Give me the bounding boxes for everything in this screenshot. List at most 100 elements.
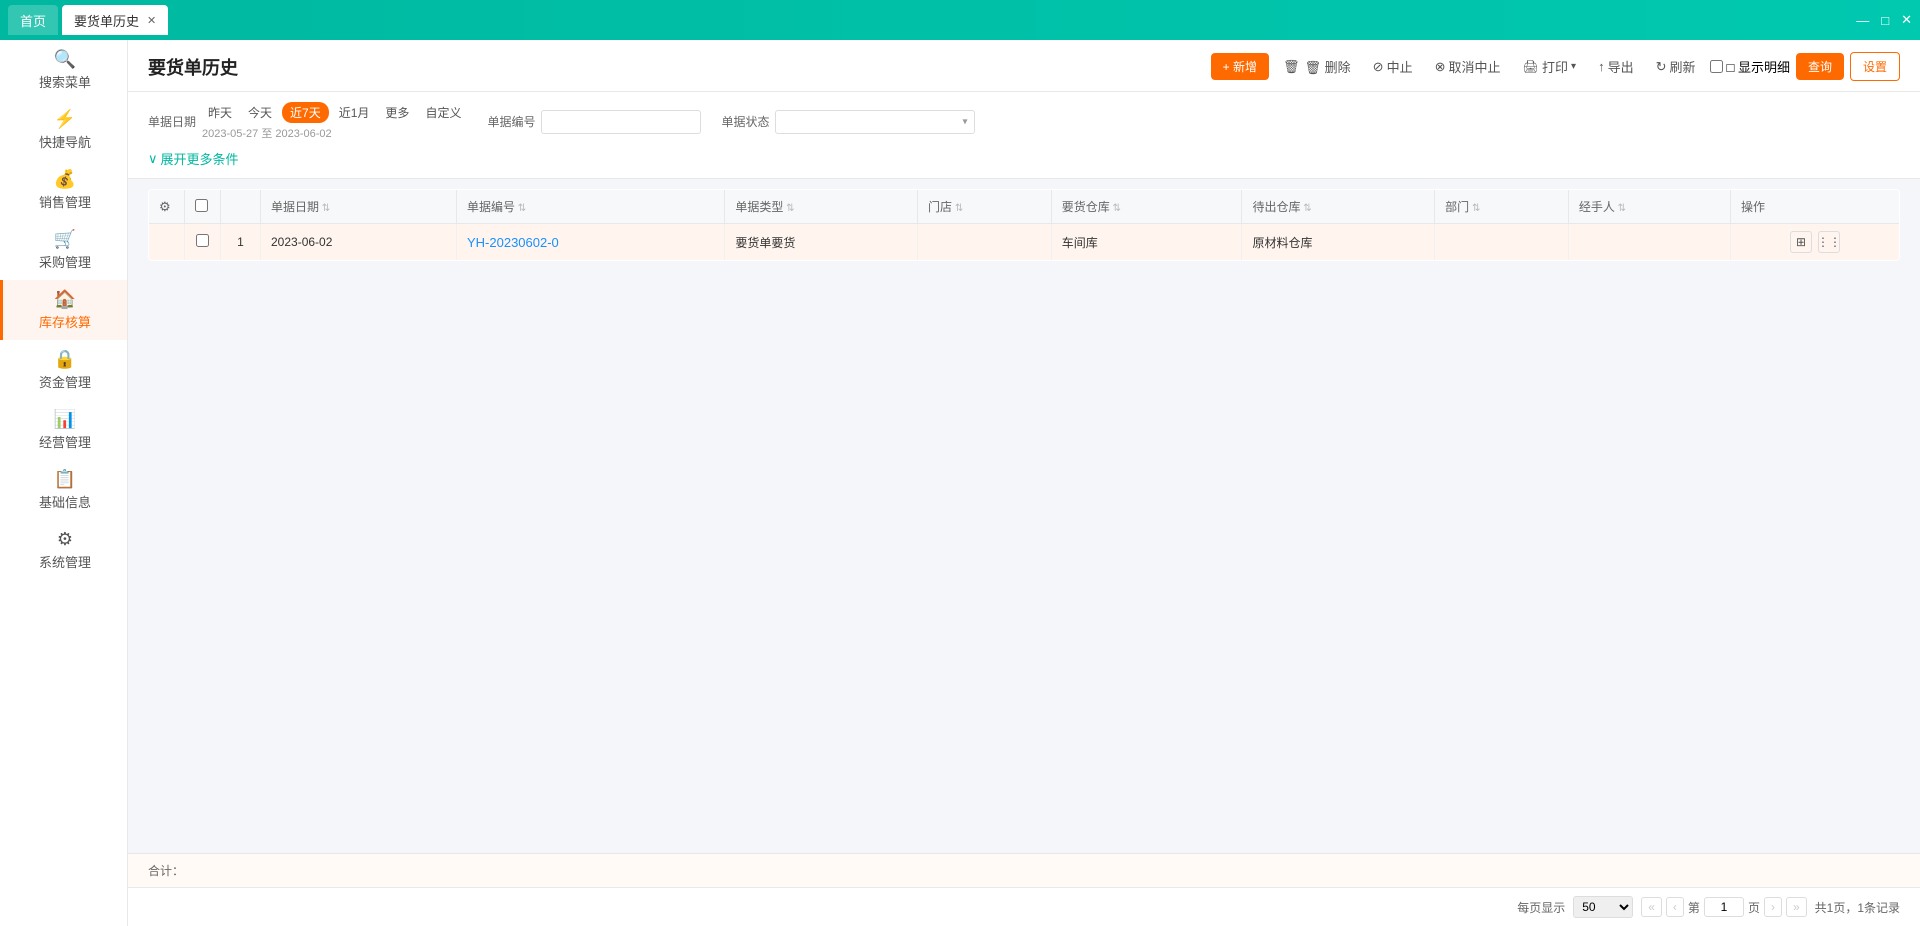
history-tab-label: 要货单历史 <box>74 11 139 30</box>
row-view-btn[interactable]: ⊞ <box>1790 231 1812 253</box>
col-department-header[interactable]: 部门 <box>1435 190 1569 224</box>
show-detail-toggle[interactable]: □ 显示明细 <box>1710 57 1790 76</box>
search-menu-icon: 🔍 <box>54 50 76 68</box>
doc-status-select-wrapper <box>775 110 975 134</box>
row-checkbox[interactable] <box>196 234 209 247</box>
home-tab-label: 首页 <box>20 11 46 30</box>
expand-more-label: 展开更多条件 <box>161 149 239 168</box>
window-maximize-btn[interactable]: □ <box>1881 13 1889 28</box>
print-button[interactable]: 🖨 打印 ▾ <box>1515 53 1585 80</box>
header-row: ⚙ 单据日期 单据编号 单据类型 门店 要货仓库 待出仓库 部门 经手人 <box>149 190 1900 224</box>
sidebar-item-finance[interactable]: 🔒 资金管理 <box>0 340 127 400</box>
col-date-header[interactable]: 单据日期 <box>261 190 457 224</box>
sidebar-item-sales[interactable]: 💰 销售管理 <box>0 160 127 220</box>
sidebar-item-basic[interactable]: 📋 基础信息 <box>0 460 127 520</box>
row-docno-link[interactable]: YH-20230602-0 <box>467 235 559 250</box>
export-button[interactable]: ↑ 导出 <box>1590 53 1642 80</box>
col-settings-icon[interactable]: ⚙ <box>159 199 171 214</box>
page-suffix-label: 页 <box>1748 899 1760 916</box>
col-pendingwarehouse-header[interactable]: 待出仓库 <box>1242 190 1435 224</box>
next-page-btn[interactable]: › <box>1764 897 1782 917</box>
doc-status-select[interactable] <box>775 110 975 134</box>
stop-icon: ⊘ <box>1373 59 1384 75</box>
sidebar-label-search: 搜索菜单 <box>39 72 91 91</box>
row-department-cell <box>1435 224 1569 261</box>
table-header: ⚙ 单据日期 单据编号 单据类型 门店 要货仓库 待出仓库 部门 经手人 <box>149 190 1900 224</box>
row-docno-cell: YH-20230602-0 <box>457 224 725 261</box>
finance-icon: 🔒 <box>54 350 76 368</box>
query-button[interactable]: 查询 <box>1796 53 1844 80</box>
stop-label: 中止 <box>1387 57 1413 76</box>
sidebar-item-purchase[interactable]: 🛒 采购管理 <box>0 220 127 280</box>
row-store-cell <box>918 224 1052 261</box>
date-filter-group: 单据日期 昨天 今天 近7天 近1月 更多 自定义 2023-05-27 至 2… <box>148 102 467 141</box>
date-btn-7days[interactable]: 近7天 <box>282 102 329 123</box>
date-btn-custom[interactable]: 自定义 <box>419 102 467 123</box>
cancel-stop-icon: ⊗ <box>1435 59 1446 75</box>
row-doctype-cell: 要货单要货 <box>725 224 918 261</box>
per-page-select[interactable]: 10 20 50 100 <box>1573 896 1633 918</box>
row-more-btn[interactable]: ⋮⋮ <box>1818 231 1840 253</box>
page-header: 要货单历史 + 新增 🗑 🗑 删除 ⊘ 中止 ⊗ 取消中止 <box>128 40 1920 92</box>
date-btn-today[interactable]: 今天 <box>242 102 278 123</box>
page-number-input[interactable] <box>1704 897 1744 917</box>
close-tab-icon[interactable]: ✕ <box>147 14 156 27</box>
date-btn-more[interactable]: 更多 <box>379 102 415 123</box>
doc-number-filter-group: 单据编号 <box>487 110 701 134</box>
col-docno-header[interactable]: 单据编号 <box>457 190 725 224</box>
purchase-icon: 🛒 <box>54 230 76 248</box>
doc-status-filter-group: 单据状态 <box>721 110 975 134</box>
date-btn-yesterday[interactable]: 昨天 <box>202 102 238 123</box>
filter-section: 单据日期 昨天 今天 近7天 近1月 更多 自定义 2023-05-27 至 2… <box>128 92 1920 179</box>
show-detail-label: □ 显示明细 <box>1727 57 1790 76</box>
delete-button[interactable]: 🗑 🗑 删除 <box>1275 53 1359 80</box>
window-minimize-btn[interactable]: — <box>1856 13 1869 28</box>
sidebar-item-inventory[interactable]: 🏠 库存核算 <box>0 280 127 340</box>
sidebar-label-system: 系统管理 <box>39 552 91 571</box>
tab-home[interactable]: 首页 <box>8 5 58 35</box>
content-area: 要货单历史 + 新增 🗑 🗑 删除 ⊘ 中止 ⊗ 取消中止 <box>128 40 1920 926</box>
basic-icon: 📋 <box>54 470 76 488</box>
sidebar-label-inventory: 库存核算 <box>39 312 91 331</box>
refresh-button[interactable]: ↻ 刷新 <box>1648 53 1704 80</box>
show-detail-checkbox[interactable] <box>1710 60 1723 73</box>
per-page-label: 每页显示 <box>1517 899 1565 916</box>
col-checkbox-header <box>185 190 221 224</box>
sidebar-item-search[interactable]: 🔍 搜索菜单 <box>0 40 127 100</box>
sidebar-item-shortcut[interactable]: ⚡ 快捷导航 <box>0 100 127 160</box>
col-doctype-header[interactable]: 单据类型 <box>725 190 918 224</box>
table-section: ⚙ 单据日期 单据编号 单据类型 门店 要货仓库 待出仓库 部门 经手人 <box>128 179 1920 853</box>
inventory-icon: 🏠 <box>54 290 76 308</box>
stop-button[interactable]: ⊘ 中止 <box>1365 53 1421 80</box>
total-info: 共1页，1条记录 <box>1815 899 1900 916</box>
col-handler-header[interactable]: 经手人 <box>1568 190 1730 224</box>
date-btn-group: 昨天 今天 近7天 近1月 更多 自定义 <box>202 102 467 123</box>
window-close-btn[interactable]: ✕ <box>1901 12 1912 28</box>
sidebar: 🔍 搜索菜单 ⚡ 快捷导航 💰 销售管理 🛒 采购管理 🏠 库存核算 🔒 资金管… <box>0 40 128 926</box>
first-page-btn[interactable]: « <box>1641 897 1662 917</box>
select-all-checkbox[interactable] <box>195 199 208 212</box>
row-checkbox-cell <box>185 224 221 261</box>
date-btn-1month[interactable]: 近1月 <box>333 102 376 123</box>
table-body: 1 2023-06-02 YH-20230602-0 要货单要货 车间库 原材料… <box>149 224 1900 261</box>
table-row: 1 2023-06-02 YH-20230602-0 要货单要货 车间库 原材料… <box>149 224 1900 261</box>
tab-history[interactable]: 要货单历史 ✕ <box>62 5 168 35</box>
prev-page-btn[interactable]: ‹ <box>1666 897 1684 917</box>
last-page-btn[interactable]: » <box>1786 897 1807 917</box>
settings-button[interactable]: 设置 <box>1850 52 1900 81</box>
doc-status-label: 单据状态 <box>721 113 769 130</box>
expand-more-btn[interactable]: ∨ 展开更多条件 <box>148 149 1900 168</box>
sidebar-item-operation[interactable]: 📊 经营管理 <box>0 400 127 460</box>
doc-number-input[interactable] <box>541 110 701 134</box>
col-num-header <box>221 190 261 224</box>
table-footer: 合计： <box>128 853 1920 887</box>
refresh-icon: ↻ <box>1656 59 1667 75</box>
print-label: 打印 <box>1542 57 1568 76</box>
cancel-stop-button[interactable]: ⊗ 取消中止 <box>1427 53 1509 80</box>
operation-icon: 📊 <box>54 410 76 428</box>
sidebar-item-system[interactable]: ⚙ 系统管理 <box>0 520 127 580</box>
col-store-header[interactable]: 门店 <box>918 190 1052 224</box>
col-reqwarehouse-header[interactable]: 要货仓库 <box>1051 190 1242 224</box>
doc-number-label: 单据编号 <box>487 113 535 130</box>
add-button[interactable]: + 新增 <box>1211 53 1269 80</box>
